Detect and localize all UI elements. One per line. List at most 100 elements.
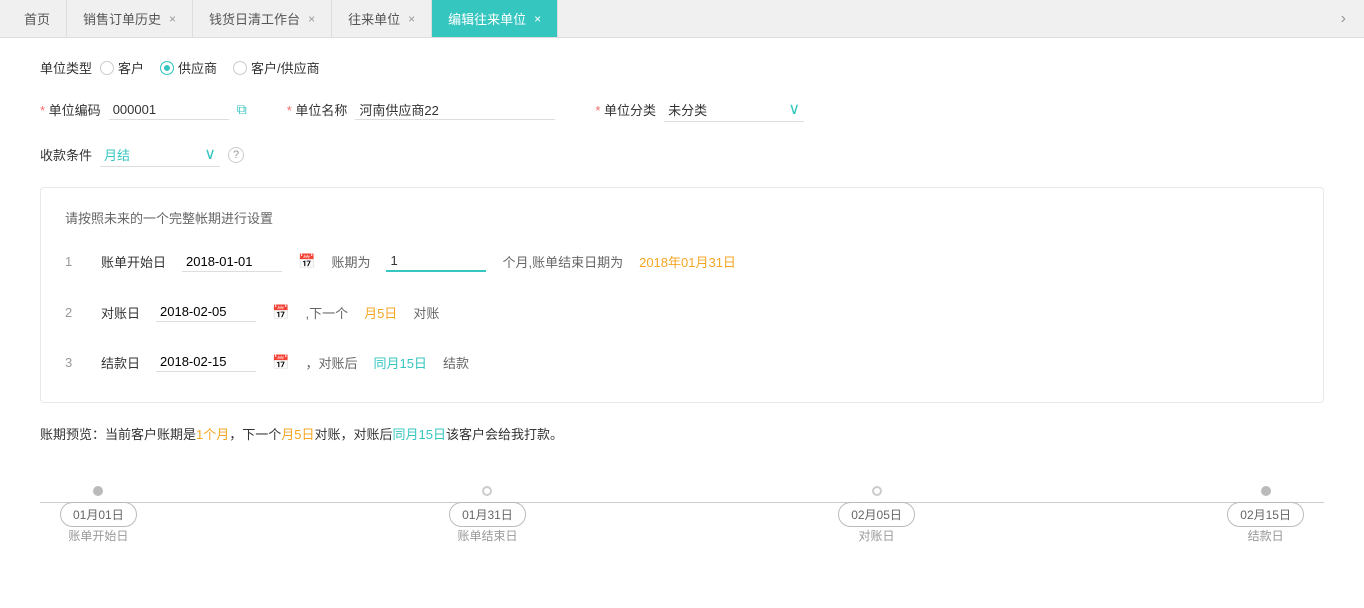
unit-code-field: 单位编码 000001 ⧉ [40,100,247,120]
unit-name-field: 单位名称 河南供应商22 [287,100,556,120]
help-icon[interactable]: ? [228,147,244,163]
unit-name-input[interactable]: 河南供应商22 [355,100,555,120]
preview-text: 账期预览：当前客户账期是1个月，下一个月5日对账，对账后同月15日该客户会给我打… [40,423,1324,446]
tab-edit-partner-label: 编辑往来单位 [448,9,526,28]
unit-type-row: 单位类型 客户 供应商 客户/供应商 [40,58,1324,77]
radio-both-label: 客户/供应商 [251,58,320,77]
tab-partners-label: 往来单位 [348,9,400,28]
payment-desc-highlight: 同月15日 [373,353,426,372]
unit-code-label: 单位编码 [40,100,101,119]
timeline-dot-2 [872,486,882,496]
start-date-calendar-icon[interactable]: 📅 [298,253,315,270]
page-content: 单位类型 客户 供应商 客户/供应商 单位编码 000001 [0,38,1364,608]
unit-code-input[interactable]: 000001 [109,100,229,120]
timeline-point-1: 01月31日 账单结束日 [449,480,526,544]
period-label: 账期为 [331,252,370,271]
close-icon[interactable]: × [169,12,176,26]
payment-terms-label: 收款条件 [40,145,92,164]
timeline-point-2: 02月05日 对账日 [838,480,915,544]
payment-terms-field: 收款条件 月结 ∨ ? [40,142,244,167]
period-value-input[interactable]: 1 [386,251,486,272]
timeline-point-3: 02月15日 结款日 [1227,480,1304,544]
tab-home-label: 首页 [24,9,50,28]
close-icon[interactable]: × [308,12,315,26]
radio-supplier-circle [160,61,174,75]
payment-desc-prefix: ，对账后 [305,353,357,372]
period-section: 请按照未来的一个完整帐期进行设置 1 账单开始日 2018-01-01 📅 账期… [40,187,1324,403]
tab-edit-partner[interactable]: 编辑往来单位 × [432,0,558,37]
timeline-label-2: 对账日 [859,527,895,544]
copy-icon[interactable]: ⧉ [237,101,247,118]
unit-category-value: 未分类 [668,100,707,119]
chevron-down-icon: ∨ [788,99,800,119]
preview-part4: 对账，对账后 [315,427,393,442]
timeline-date-1: 01月31日 [449,502,526,527]
period-unit: 个月,账单结束日期为 [502,252,623,271]
tab-cash-work-label: 钱货日清工作台 [209,9,300,28]
reconcile-desc-highlight: 月5日 [364,303,397,322]
timeline-label-1: 账单结束日 [457,527,517,544]
radio-both[interactable]: 客户/供应商 [233,58,320,77]
tab-home[interactable]: 首页 [8,0,67,37]
timeline-date-2: 02月05日 [838,502,915,527]
reconcile-date-calendar-icon[interactable]: 📅 [272,304,289,321]
unit-type-label: 单位类型 [40,58,92,77]
unit-category-label: 单位分类 [595,100,656,119]
tab-more-button[interactable]: › [1331,10,1356,28]
radio-supplier[interactable]: 供应商 [160,58,217,77]
tab-cash-work[interactable]: 钱货日清工作台 × [193,0,332,37]
payment-date-calendar-icon[interactable]: 📅 [272,354,289,371]
start-date-input[interactable]: 2018-01-01 [182,252,282,272]
reconcile-date-label: 对账日 [101,303,140,322]
preview-part2: ，下一个 [229,427,281,442]
unit-name-label: 单位名称 [287,100,348,119]
start-date-label: 账单开始日 [101,252,166,271]
payment-date-input[interactable]: 2018-02-15 [156,352,256,372]
timeline-dot-0 [93,486,103,496]
unit-info-row: 单位编码 000001 ⧉ 单位名称 河南供应商22 单位分类 未分类 ∨ [40,97,1324,122]
unit-category-select[interactable]: 未分类 ∨ [664,97,804,122]
unit-category-field: 单位分类 未分类 ∨ [595,97,804,122]
tab-partners[interactable]: 往来单位 × [332,0,432,37]
close-icon[interactable]: × [534,12,541,26]
timeline-label-0: 账单开始日 [68,527,128,544]
preview-part5: 同月15日 [393,427,446,442]
payment-terms-select[interactable]: 月结 ∨ [100,142,220,167]
radio-supplier-label: 供应商 [178,58,217,77]
radio-customer[interactable]: 客户 [100,58,144,77]
timeline: 01月01日 账单开始日 01月31日 账单结束日 02月05日 对账日 02月… [40,470,1324,544]
timeline-dot-1 [482,486,492,496]
close-icon[interactable]: × [408,12,415,26]
payment-desc-suffix: 结款 [443,353,469,372]
preview-part6: 该客户会给我打款。 [446,427,563,442]
reconcile-date-input[interactable]: 2018-02-05 [156,302,256,322]
timeline-date-0: 01月01日 [60,502,137,527]
timeline-label-3: 结款日 [1248,527,1284,544]
period-row-3: 3 结款日 2018-02-15 📅 ，对账后 同月15日 结款 [65,352,1299,372]
payment-terms-value: 月结 [104,145,130,164]
radio-both-circle [233,61,247,75]
row-num-2: 2 [65,305,85,320]
period-row-1: 1 账单开始日 2018-01-01 📅 账期为 1 个月,账单结束日期为 20… [65,251,1299,272]
unit-type-field: 单位类型 客户 供应商 客户/供应商 [40,58,320,77]
preview-part1: 1个月 [196,427,229,442]
row-num-3: 3 [65,355,85,370]
timeline-date-3: 02月15日 [1227,502,1304,527]
payment-date-label: 结款日 [101,353,140,372]
row-num-1: 1 [65,254,85,269]
period-row-2: 2 对账日 2018-02-05 📅 ,下一个 月5日 对账 [65,302,1299,322]
tab-bar: 首页 销售订单历史 × 钱货日清工作台 × 往来单位 × 编辑往来单位 × › [0,0,1364,38]
period-end-date: 2018年01月31日 [639,252,736,271]
reconcile-desc-suffix: 对账 [413,303,439,322]
preview-part3: 月5日 [281,427,314,442]
timeline-point-0: 01月01日 账单开始日 [60,480,137,544]
section-instruction: 请按照未来的一个完整帐期进行设置 [65,208,1299,227]
unit-type-radio-group: 客户 供应商 客户/供应商 [100,58,320,77]
payment-terms-row: 收款条件 月结 ∨ ? [40,142,1324,167]
timeline-dot-3 [1261,486,1271,496]
radio-customer-circle [100,61,114,75]
radio-customer-label: 客户 [118,58,144,77]
preview-label: 账期预览：当前客户账期是 [40,427,196,442]
tab-sales-history[interactable]: 销售订单历史 × [67,0,193,37]
reconcile-desc-prefix: ,下一个 [305,303,348,322]
